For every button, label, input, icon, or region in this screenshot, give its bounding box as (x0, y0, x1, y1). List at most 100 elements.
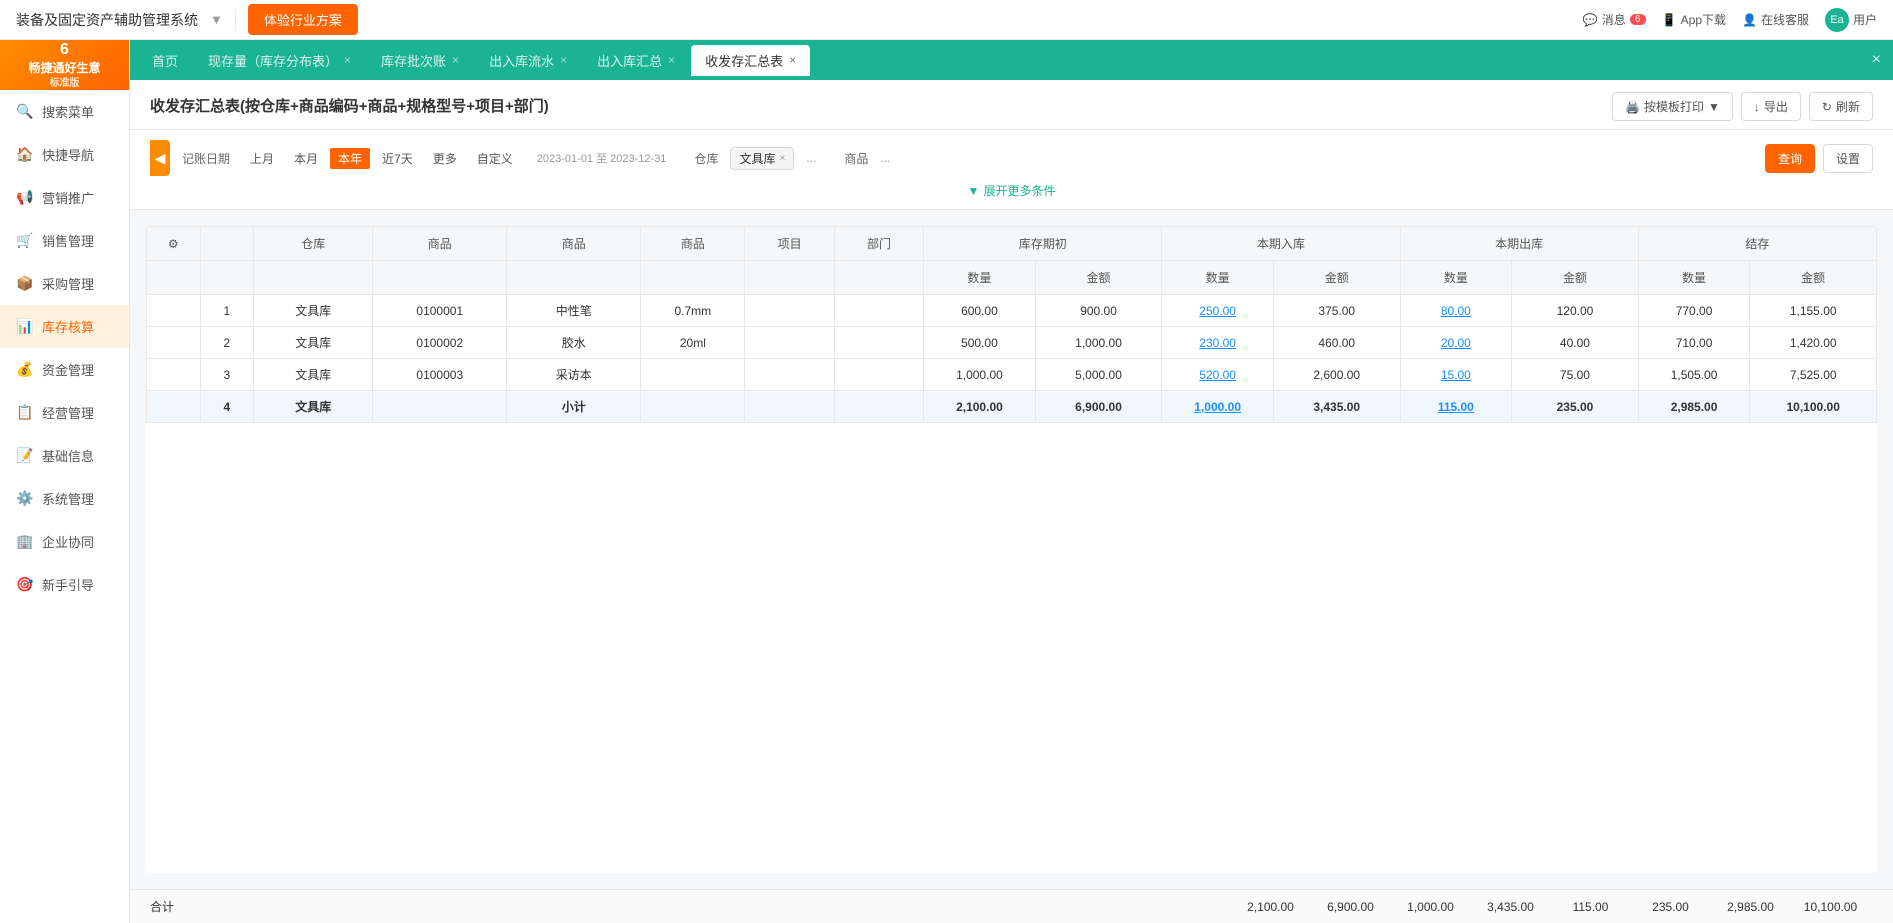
refresh-btn[interactable]: ↻ 刷新 (1809, 92, 1873, 121)
cell-no-sub: 4 (200, 391, 254, 423)
sidebar-item-system[interactable]: ⚙️ 系统管理 (0, 477, 129, 520)
print-dropdown-icon: ▼ (1708, 100, 1720, 114)
warehouse-tag-close[interactable]: × (779, 153, 785, 164)
cell-out-qty-3[interactable]: 15.00 (1400, 359, 1512, 391)
th-bal-qty: 数量 (1638, 261, 1750, 295)
trial-button[interactable]: 体验行业方案 (248, 4, 358, 35)
th-settings[interactable]: ⚙ (147, 227, 201, 261)
date-tabs: 上月 本月 本年 近7天 更多 自定义 (242, 148, 521, 169)
date-tab-thisyear[interactable]: 本年 (330, 148, 370, 169)
refresh-btn-label: 刷新 (1836, 98, 1860, 115)
main-layout: 6 畅捷通好生意 标准版 🔍 搜索菜单 🏠 快捷导航 📢 营销推广 🛒 销售管理 (0, 40, 1893, 923)
print-btn[interactable]: 🖨️ 按模板打印 ▼ (1612, 92, 1733, 121)
cell-in-qty-2[interactable]: 230.00 (1162, 327, 1274, 359)
query-btn[interactable]: 查询 (1765, 144, 1815, 173)
sidebar-item-marketing[interactable]: 📢 营销推广 (0, 176, 129, 219)
cell-code-2: 0100002 (373, 327, 507, 359)
date-tab-thismonth[interactable]: 本月 (286, 148, 326, 169)
tab-inout-summary[interactable]: 出入库汇总 × (583, 45, 689, 76)
sidebar-item-sales[interactable]: 🛒 销售管理 (0, 219, 129, 262)
date-tab-custom[interactable]: 自定义 (469, 148, 521, 169)
filter-toggle-btn[interactable]: ◀ (150, 140, 170, 176)
cell-in-qty-sub[interactable]: 1,000.00 (1162, 391, 1274, 423)
app-download-btn[interactable]: 📱 App下载 (1662, 11, 1726, 28)
tab-inout-flow[interactable]: 出入库流水 × (475, 45, 581, 76)
th-empty8 (834, 261, 923, 295)
cell-in-amt-sub: 3,435.00 (1273, 391, 1400, 423)
cell-empty2 (147, 327, 201, 359)
cell-begin-amt-sub: 6,900.00 (1035, 391, 1162, 423)
date-tab-lastmonth[interactable]: 上月 (242, 148, 282, 169)
cell-out-amt-3: 75.00 (1512, 359, 1639, 391)
sidebar-item-enterprise[interactable]: 🏢 企业协同 (0, 520, 129, 563)
cell-begin-qty-1: 600.00 (924, 295, 1036, 327)
tabbar-close-btn[interactable]: × (1868, 47, 1885, 73)
cell-out-qty-sub[interactable]: 115.00 (1400, 391, 1512, 423)
tab-inventory-dist[interactable]: 现存量（库存分布表） × (194, 45, 365, 76)
cell-name-2: 胶水 (507, 327, 641, 359)
basicinfo-icon: 📝 (16, 447, 34, 465)
date-tab-7days[interactable]: 近7天 (374, 148, 421, 169)
warehouse-tag: 文具库 × (730, 147, 794, 170)
total-label: 合计 (150, 898, 570, 915)
tab-recv-send-close[interactable]: × (789, 53, 796, 67)
export-btn[interactable]: ↓ 导出 (1741, 92, 1801, 121)
cell-no-3: 3 (200, 359, 254, 391)
sidebar-item-basicinfo[interactable]: 📝 基础信息 (0, 434, 129, 477)
th-out-amt: 金额 (1512, 261, 1639, 295)
cell-out-qty-1[interactable]: 80.00 (1400, 295, 1512, 327)
tab-recv-send-summary[interactable]: 收发存汇总表 × (691, 45, 810, 76)
cell-project-1 (745, 295, 834, 327)
warehouse-more[interactable]: ... (806, 151, 816, 165)
sidebar-item-operations[interactable]: 📋 经营管理 (0, 391, 129, 434)
sidebar-item-quicknav[interactable]: 🏠 快捷导航 (0, 133, 129, 176)
cell-dept-1 (834, 295, 923, 327)
sidebar-item-newguide[interactable]: 🎯 新手引导 (0, 563, 129, 606)
tab-batch[interactable]: 库存批次账 × (367, 45, 473, 76)
expand-btn-label: 展开更多条件 (983, 182, 1055, 199)
tab-inout-flow-close[interactable]: × (560, 53, 567, 67)
content-wrapper: 首页 现存量（库存分布表） × 库存批次账 × 出入库流水 × 出入库汇总 × (130, 40, 1893, 923)
total-begin-amt: 6,900.00 (1308, 900, 1393, 914)
tab-inout-summary-close[interactable]: × (668, 53, 675, 67)
sidebar-item-purchase[interactable]: 📦 采购管理 (0, 262, 129, 305)
app-container: 装备及固定资产辅助管理系统 ▼ 体验行业方案 💬 消息 6 📱 App下载 👤 … (0, 0, 1893, 923)
cell-begin-amt-2: 1,000.00 (1035, 327, 1162, 359)
inventory-icon: 📊 (16, 318, 34, 336)
cell-warehouse-sub: 文具库 (254, 391, 373, 423)
sidebar-label-inventory: 库存核算 (42, 317, 94, 336)
date-tab-more[interactable]: 更多 (425, 148, 465, 169)
cell-in-amt-2: 460.00 (1273, 327, 1400, 359)
user-label: 用户 (1853, 11, 1877, 28)
tab-batch-close[interactable]: × (452, 53, 459, 67)
tab-home[interactable]: 首页 (138, 45, 192, 76)
th-dept: 部门 (834, 227, 923, 261)
sidebar-label-enterprise: 企业协同 (42, 532, 94, 551)
export-btn-label: 导出 (1764, 98, 1788, 115)
system-dropdown-icon[interactable]: ▼ (210, 12, 223, 27)
settings-filter-btn[interactable]: 设置 (1823, 144, 1873, 173)
tab-inventory-dist-close[interactable]: × (344, 53, 351, 67)
cell-name-3: 采访本 (507, 359, 641, 391)
goods-more[interactable]: ... (880, 151, 890, 165)
avatar: Ea (1825, 8, 1849, 32)
messages-btn[interactable]: 💬 消息 6 (1583, 11, 1646, 28)
user-btn[interactable]: Ea 用户 (1825, 8, 1877, 32)
sidebar-item-search[interactable]: 🔍 搜索菜单 (0, 90, 129, 133)
tab-recv-send-label: 收发存汇总表 (705, 51, 783, 70)
expand-filter-btn[interactable]: ▼ 展开更多条件 (968, 182, 1056, 199)
cell-code-sub (373, 391, 507, 423)
total-out-amt: 235.00 (1628, 900, 1713, 914)
cell-in-qty-3[interactable]: 520.00 (1162, 359, 1274, 391)
sidebar-label-finance: 资金管理 (42, 360, 94, 379)
sidebar-item-finance[interactable]: 💰 资金管理 (0, 348, 129, 391)
total-out-qty: 115.00 (1553, 900, 1628, 914)
online-service-btn[interactable]: 👤 在线客服 (1742, 11, 1809, 28)
cell-empty (147, 295, 201, 327)
sidebar-logo: 6 畅捷通好生意 标准版 (0, 40, 129, 90)
table-row: 1 文具库 0100001 中性笔 0.7mm 600.00 900.00 (147, 295, 1877, 327)
cell-out-qty-2[interactable]: 20.00 (1400, 327, 1512, 359)
sidebar-item-inventory[interactable]: 📊 库存核算 (0, 305, 129, 348)
cell-in-qty-1[interactable]: 250.00 (1162, 295, 1274, 327)
th-spec: 商品 (641, 227, 745, 261)
